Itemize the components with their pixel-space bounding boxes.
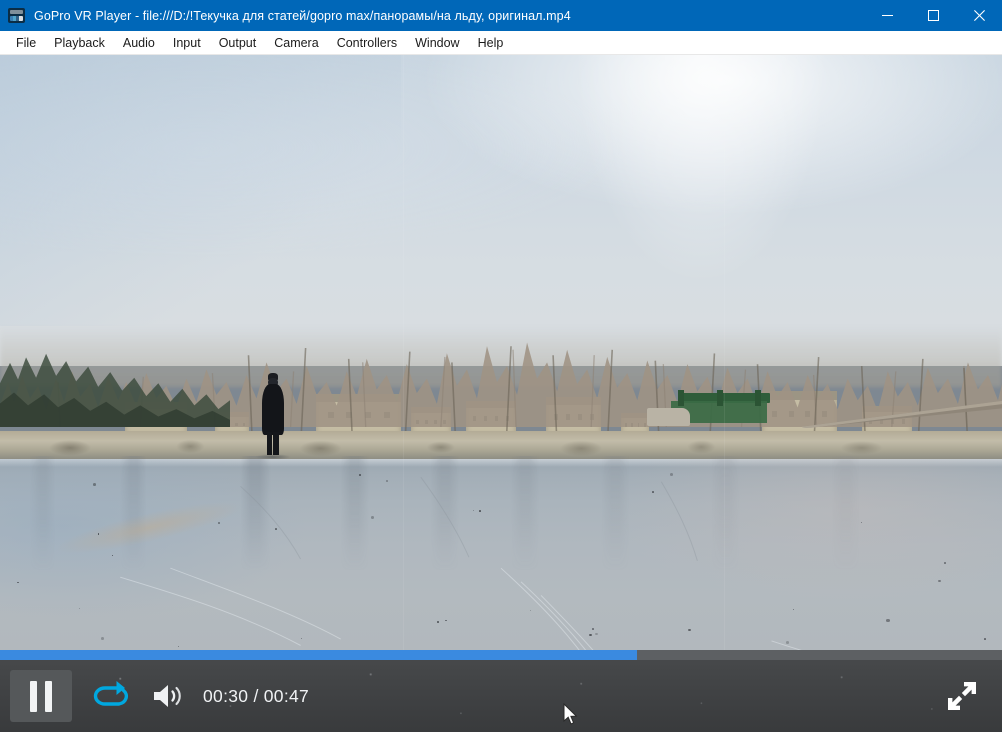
menu-item-controllers[interactable]: Controllers: [328, 31, 406, 55]
ice-speck: [860, 521, 863, 523]
menu-bar: File Playback Audio Input Output Camera …: [0, 31, 1002, 55]
dock-structure: [646, 390, 781, 427]
ice-speck: [371, 516, 375, 519]
ice-speck: [792, 609, 795, 611]
ice-speck: [938, 580, 941, 583]
ice-speck: [479, 510, 481, 512]
minimize-icon: [881, 15, 893, 16]
maximize-button[interactable]: [910, 0, 956, 31]
dock-post-right: [755, 390, 762, 406]
projection-seam-left: [402, 55, 404, 732]
gopro-camera-icon: [8, 8, 25, 23]
player-control-bar: 00:30 / 00:47: [0, 660, 1002, 732]
ice-speck: [652, 491, 654, 493]
pause-icon-bar-left: [30, 680, 37, 712]
person-on-ice: [254, 372, 292, 460]
fullscreen-expand-icon: [948, 682, 976, 710]
ice-speck: [588, 633, 592, 637]
ice-speck: [92, 482, 97, 486]
ice-speck: [101, 637, 105, 640]
shoreline: [0, 430, 1002, 460]
ice-speck: [984, 638, 986, 640]
projection-seam-right: [724, 55, 726, 732]
ice-speck: [445, 619, 447, 621]
ice-speck: [595, 632, 598, 636]
person-coat: [262, 384, 284, 436]
close-icon: [973, 10, 985, 21]
menu-item-help[interactable]: Help: [469, 31, 513, 55]
ice-speck: [112, 554, 114, 556]
ice-speck: [591, 628, 595, 631]
time-display: 00:30 / 00:47: [203, 685, 310, 706]
fullscreen-button[interactable]: [936, 671, 988, 721]
dock-post-left: [678, 390, 685, 406]
ice-speck: [301, 637, 303, 639]
gopro-vr-player-window: GoPro VR Player - file:///D:/!Текучка дл…: [0, 0, 1002, 732]
menu-item-audio[interactable]: Audio: [114, 31, 164, 55]
ice-speck: [529, 610, 531, 612]
sky-tint: [0, 55, 401, 326]
ice-speck: [669, 473, 674, 476]
menu-item-window[interactable]: Window: [406, 31, 468, 55]
menu-item-input[interactable]: Input: [164, 31, 210, 55]
ice-speck: [358, 473, 362, 476]
ice-speck: [177, 646, 180, 648]
dock-barge: [646, 407, 691, 426]
video-viewport[interactable]: 00:30 / 00:47: [0, 55, 1002, 732]
maximize-icon: [927, 10, 939, 21]
volume-button[interactable]: [147, 674, 189, 718]
video-frame: [0, 55, 1002, 732]
ice-speck: [274, 528, 277, 530]
loop-button[interactable]: [89, 672, 137, 720]
minimize-button[interactable]: [864, 0, 910, 31]
close-button[interactable]: [956, 0, 1002, 31]
ice-speck: [97, 533, 100, 535]
ice-speck: [385, 480, 388, 482]
pipe: [792, 397, 1002, 429]
loop-icon: [93, 681, 129, 706]
shore-debris: [0, 430, 1002, 460]
window-title: GoPro VR Player - file:///D:/!Текучка дл…: [34, 8, 571, 23]
speaker-on-icon: [154, 685, 181, 707]
pause-icon-bar-right: [45, 680, 52, 712]
dock-post-mid: [716, 390, 723, 406]
window-controls: [864, 0, 1002, 31]
ice-speck: [886, 619, 890, 622]
ice-speck: [17, 581, 19, 583]
ice-speck: [687, 629, 691, 632]
menu-item-file[interactable]: File: [7, 31, 45, 55]
ice-speck: [944, 562, 947, 564]
menu-item-output[interactable]: Output: [210, 31, 266, 55]
ice-speck: [79, 608, 81, 610]
pause-button[interactable]: [10, 670, 72, 722]
ice-speck: [437, 620, 440, 623]
ice-speck: [472, 510, 474, 512]
person-leg-right: [273, 431, 279, 456]
seek-bar-fill: [0, 650, 638, 660]
ice-speck: [217, 521, 221, 525]
menu-item-camera[interactable]: Camera: [265, 31, 327, 55]
person-leg-left: [267, 431, 273, 456]
menu-item-playback[interactable]: Playback: [45, 31, 114, 55]
ice-speck: [785, 641, 789, 645]
seek-bar[interactable]: [0, 650, 1002, 660]
title-bar[interactable]: GoPro VR Player - file:///D:/!Текучка дл…: [0, 0, 1002, 31]
